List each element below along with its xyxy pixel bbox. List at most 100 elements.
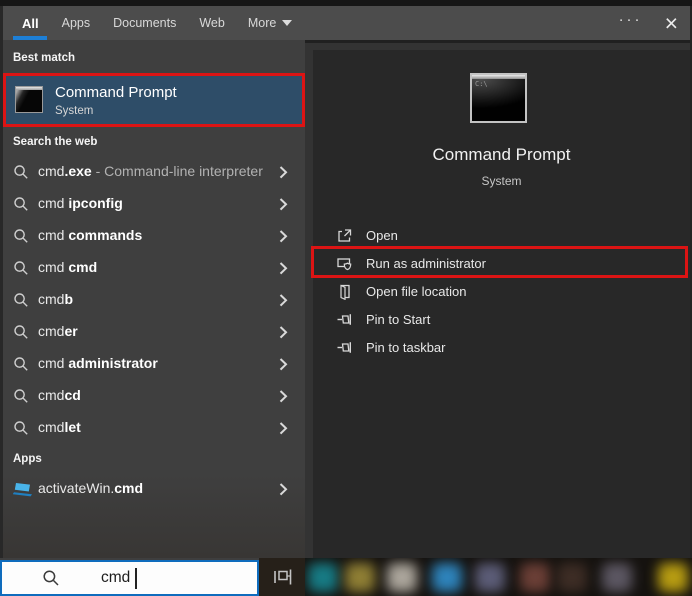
web-suggestion-row[interactable]: cmder: [0, 316, 305, 348]
topbar-actions: ··· ×: [619, 6, 678, 40]
search-icon: [14, 197, 28, 211]
preview-subtitle: System: [481, 174, 522, 188]
chevron-right-icon[interactable]: [275, 324, 291, 340]
taskbar-app-icon[interactable]: [308, 563, 338, 592]
search-icon: [43, 570, 59, 586]
icon-prompt-text: C:\: [475, 80, 488, 88]
context-action-menu: Open Run as administrator Open file loca…: [313, 222, 690, 362]
pin-icon: [337, 314, 352, 325]
command-prompt-icon: [15, 86, 43, 113]
chevron-right-icon[interactable]: [275, 388, 291, 404]
search-icon: [14, 165, 28, 179]
suggestion-text: cmd commands: [38, 227, 143, 243]
taskbar-app-icon[interactable]: [602, 563, 632, 592]
tab-more-label: More: [247, 16, 277, 30]
apps-header: Apps: [13, 453, 42, 465]
filter-tabs: All Apps Documents Web More: [22, 6, 293, 40]
taskbar-icons-strip: [305, 558, 692, 596]
text-caret: [135, 568, 137, 589]
taskbar-app-icon[interactable]: [475, 563, 505, 592]
web-suggestion-row[interactable]: cmd cmd: [0, 252, 305, 284]
web-suggestion-row[interactable]: cmdcd: [0, 380, 305, 412]
search-icon: [14, 325, 28, 339]
search-icon: [14, 293, 28, 307]
run-as-admin-icon: [337, 258, 352, 271]
taskbar-app-icon[interactable]: [557, 563, 587, 592]
taskbar-row: cmd: [0, 558, 692, 596]
search-web-header: Search the web: [13, 136, 98, 148]
tab-more[interactable]: More: [247, 16, 293, 30]
suggestion-text: cmdb: [38, 291, 74, 307]
batch-file-icon: [13, 483, 32, 497]
open-file-location-icon: [340, 284, 350, 300]
web-suggestion-row[interactable]: cmd ipconfig: [0, 188, 305, 220]
suggestion-text: cmd.exe - Command-line interpreter: [38, 163, 263, 179]
app-result-row[interactable]: activateWin.cmd: [0, 473, 305, 505]
chevron-right-icon[interactable]: [275, 292, 291, 308]
chevron-right-icon[interactable]: [275, 260, 291, 276]
chevron-down-icon: [282, 20, 293, 26]
suggestion-text: cmd administrator: [38, 355, 158, 371]
close-icon[interactable]: ×: [665, 12, 678, 35]
touch-keyboard-icon[interactable]: [272, 567, 294, 587]
taskbar-app-icon[interactable]: [345, 563, 375, 592]
search-icon: [14, 389, 28, 403]
chevron-right-icon[interactable]: [275, 356, 291, 372]
tab-apps[interactable]: Apps: [62, 16, 91, 30]
chevron-right-icon[interactable]: [275, 196, 291, 212]
menu-item-label: Run as administrator: [366, 256, 486, 271]
suggestion-text: cmdlet: [38, 419, 81, 435]
taskbar-app-icon[interactable]: [432, 563, 462, 592]
pin-icon: [337, 342, 352, 353]
best-match-subtitle: System: [55, 105, 94, 117]
taskbar-app-icon[interactable]: [520, 563, 550, 592]
menu-item-run-as-administrator[interactable]: Run as administrator: [313, 250, 690, 278]
suggestion-text: cmder: [38, 323, 78, 339]
suggestion-text: cmd ipconfig: [38, 195, 123, 211]
best-match-title: Command Prompt: [55, 84, 177, 101]
taskbar-app-icon[interactable]: [658, 563, 688, 592]
best-match-result[interactable]: Command Prompt System: [3, 73, 305, 127]
tab-documents[interactable]: Documents: [113, 16, 176, 30]
search-input-value: cmd: [101, 569, 131, 586]
menu-item-pin-to-start[interactable]: Pin to Start: [313, 306, 690, 334]
search-icon: [14, 261, 28, 275]
web-suggestion-row[interactable]: cmdb: [0, 284, 305, 316]
active-tab-underline: [13, 36, 47, 40]
suggestion-text: cmdcd: [38, 387, 81, 403]
window-top-edge: [0, 0, 692, 6]
menu-item-pin-to-taskbar[interactable]: Pin to taskbar: [313, 334, 690, 362]
preview-panel: C:\ Command Prompt System Open Run as ad…: [311, 50, 690, 558]
menu-item-label: Pin to Start: [366, 312, 431, 327]
more-options-icon[interactable]: ···: [619, 12, 643, 31]
web-suggestion-row[interactable]: cmd administrator: [0, 348, 305, 380]
chevron-right-icon[interactable]: [275, 420, 291, 436]
menu-item-open-file-location[interactable]: Open file location: [313, 278, 690, 306]
taskbar-gap: [259, 558, 305, 596]
taskbar-app-icon[interactable]: [387, 563, 417, 592]
menu-item-open[interactable]: Open: [313, 222, 690, 250]
start-search-panel: All Apps Documents Web More ··· × Best m…: [0, 0, 692, 596]
search-icon: [14, 357, 28, 371]
tab-web[interactable]: Web: [199, 16, 224, 30]
preview-area: C:\ Command Prompt System Open Run as ad…: [305, 40, 692, 558]
best-match-header: Best match: [13, 52, 75, 64]
web-suggestion-list: cmd.exe - Command-line interpreter cmd i…: [0, 156, 305, 444]
preview-title: Command Prompt: [432, 145, 571, 164]
window-left-edge: [0, 6, 3, 558]
web-suggestion-row[interactable]: cmd commands: [0, 220, 305, 252]
chevron-right-icon[interactable]: [275, 228, 291, 244]
web-suggestion-row[interactable]: cmdlet: [0, 412, 305, 444]
command-prompt-icon-large: C:\: [470, 73, 527, 123]
search-input[interactable]: cmd: [0, 560, 259, 596]
search-icon: [14, 421, 28, 435]
results-panel: Best match Command Prompt System Search …: [0, 40, 305, 558]
suggestion-text: cmd cmd: [38, 259, 98, 275]
menu-item-label: Open: [366, 228, 398, 243]
tab-all[interactable]: All: [22, 16, 39, 31]
chevron-right-icon[interactable]: [275, 164, 291, 180]
chevron-right-icon[interactable]: [275, 481, 291, 497]
open-icon: [338, 229, 352, 242]
web-suggestion-row[interactable]: cmd.exe - Command-line interpreter: [0, 156, 305, 188]
search-icon: [14, 229, 28, 243]
